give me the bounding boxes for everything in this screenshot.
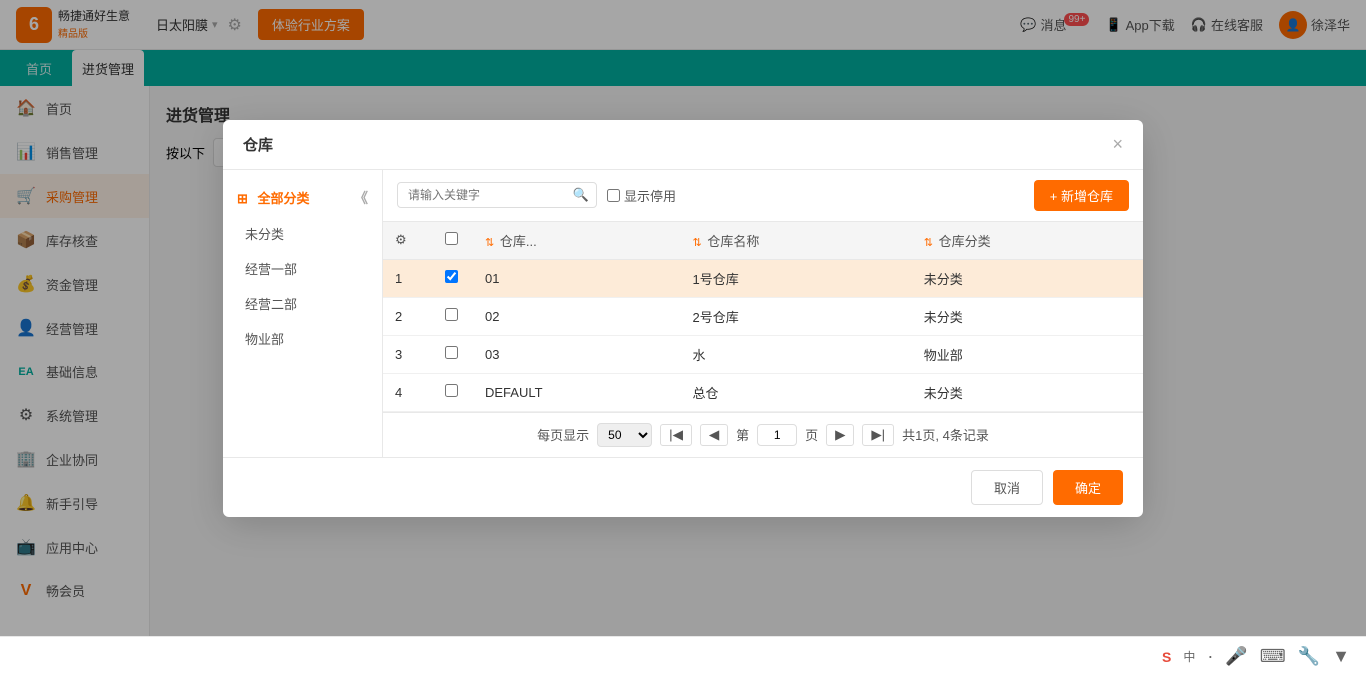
category-panel: ⊞ 全部分类 《 未分类 经营一部 经营二部 物业部 <box>223 170 383 457</box>
row-name: 水 <box>681 335 912 373</box>
modal-footer: 取消 确定 <box>223 457 1143 517</box>
page-unit: 页 <box>805 425 818 444</box>
table-body: 1 01 1号仓库 未分类 2 02 2号仓库 未分类 3 03 水 物业部 4… <box>383 259 1143 411</box>
row-category: 未分类 <box>912 259 1143 297</box>
search-icon[interactable]: 🔍 <box>573 187 589 203</box>
category-collapse-icon[interactable]: 《 <box>354 188 368 208</box>
page-next-button[interactable]: ▶ <box>826 424 854 446</box>
warehouse-table: ⚙ ⇅ 仓库... <box>383 222 1143 412</box>
pagination: 每页显示 50 10 20 100 |◀ ◀ 第 页 ▶ ▶| 共1页, 4条记… <box>383 412 1143 457</box>
page-label: 第 <box>736 425 749 444</box>
col-checkbox <box>433 222 473 260</box>
select-all-checkbox[interactable] <box>445 232 458 245</box>
table-row[interactable]: 1 01 1号仓库 未分类 <box>383 259 1143 297</box>
page-input[interactable] <box>757 424 797 446</box>
add-warehouse-button[interactable]: + 新增仓库 <box>1034 180 1129 211</box>
per-page-select[interactable]: 50 10 20 100 <box>597 423 652 447</box>
chinese-input-icon[interactable]: S <box>1162 649 1171 665</box>
table-row[interactable]: 2 02 2号仓库 未分类 <box>383 297 1143 335</box>
col-code-label: 仓库... <box>500 234 537 249</box>
search-input-wrap: 🔍 <box>397 182 597 208</box>
search-input[interactable] <box>397 182 597 208</box>
bottom-icons: S 中 · 🎤 ⌨ 🔧 ▼ <box>1162 646 1350 667</box>
sort-icon-name: ⇅ <box>693 237 702 249</box>
row-checkbox[interactable] <box>433 297 473 335</box>
show-disabled-label: 显示停用 <box>607 186 676 205</box>
row-code: 01 <box>473 259 681 297</box>
row-num: 2 <box>383 297 433 335</box>
category-item-dept2[interactable]: 经营二部 <box>223 286 382 321</box>
table-row[interactable]: 3 03 水 物业部 <box>383 335 1143 373</box>
show-disabled-checkbox[interactable] <box>607 189 620 202</box>
category-label-dept1: 经营一部 <box>245 262 297 277</box>
input-method-label: 中 <box>1183 648 1195 665</box>
row-code: DEFAULT <box>473 373 681 411</box>
row-name: 总仓 <box>681 373 912 411</box>
modal-backdrop: 仓库 × ⊞ 全部分类 《 未分类 经营一部 <box>0 0 1366 636</box>
data-table: ⚙ ⇅ 仓库... <box>383 222 1143 412</box>
sort-icon-category: ⇅ <box>924 237 933 249</box>
row-checkbox[interactable] <box>433 335 473 373</box>
confirm-button[interactable]: 确定 <box>1053 470 1123 505</box>
page-first-button[interactable]: |◀ <box>660 424 692 446</box>
total-info: 共1页, 4条记录 <box>902 425 989 444</box>
row-num: 4 <box>383 373 433 411</box>
modal-title: 仓库 <box>243 134 273 155</box>
show-disabled-text: 显示停用 <box>624 186 676 205</box>
col-gear-icon[interactable]: ⚙ <box>395 232 407 248</box>
modal-close-button[interactable]: × <box>1112 134 1123 155</box>
category-item-unclassified[interactable]: 未分类 <box>223 216 382 251</box>
row-name: 1号仓库 <box>681 259 912 297</box>
dot-icon: · <box>1207 646 1213 667</box>
col-warehouse-code[interactable]: ⇅ 仓库... <box>473 222 681 260</box>
category-all-label: 全部分类 <box>258 191 310 206</box>
table-panel: 🔍 显示停用 + 新增仓库 <box>383 170 1143 457</box>
modal-header: 仓库 × <box>223 120 1143 170</box>
search-bar: 🔍 显示停用 + 新增仓库 <box>383 170 1143 222</box>
chevron-down-icon[interactable]: ▼ <box>1332 646 1350 667</box>
cancel-button[interactable]: 取消 <box>971 470 1043 505</box>
row-name: 2号仓库 <box>681 297 912 335</box>
category-item-property[interactable]: 物业部 <box>223 321 382 356</box>
category-label-property: 物业部 <box>245 332 284 347</box>
col-warehouse-category[interactable]: ⇅ 仓库分类 <box>912 222 1143 260</box>
row-category: 物业部 <box>912 335 1143 373</box>
table-row[interactable]: 4 DEFAULT 总仓 未分类 <box>383 373 1143 411</box>
row-code: 02 <box>473 297 681 335</box>
col-category-label: 仓库分类 <box>939 234 991 249</box>
col-warehouse-name[interactable]: ⇅ 仓库名称 <box>681 222 912 260</box>
page-last-button[interactable]: ▶| <box>862 424 894 446</box>
col-gear: ⚙ <box>383 222 433 260</box>
row-category: 未分类 <box>912 373 1143 411</box>
category-all-header[interactable]: ⊞ 全部分类 《 <box>223 180 382 216</box>
page-prev-button[interactable]: ◀ <box>700 424 728 446</box>
per-page-label: 每页显示 <box>537 425 589 444</box>
row-num: 3 <box>383 335 433 373</box>
sort-icon-code: ⇅ <box>485 237 494 249</box>
category-label-unclassified: 未分类 <box>245 227 284 242</box>
category-label-dept2: 经营二部 <box>245 297 297 312</box>
microphone-icon[interactable]: 🎤 <box>1225 646 1247 667</box>
category-item-dept1[interactable]: 经营一部 <box>223 251 382 286</box>
table-header-row: ⚙ ⇅ 仓库... <box>383 222 1143 260</box>
modal-body: ⊞ 全部分类 《 未分类 经营一部 经营二部 物业部 <box>223 170 1143 457</box>
row-category: 未分类 <box>912 297 1143 335</box>
row-code: 03 <box>473 335 681 373</box>
row-num: 1 <box>383 259 433 297</box>
row-checkbox[interactable] <box>433 259 473 297</box>
row-checkbox[interactable] <box>433 373 473 411</box>
category-grid-icon: ⊞ <box>237 191 248 206</box>
warehouse-modal: 仓库 × ⊞ 全部分类 《 未分类 经营一部 <box>223 120 1143 517</box>
keyboard-icon[interactable]: ⌨ <box>1260 646 1286 667</box>
bottombar: S 中 · 🎤 ⌨ 🔧 ▼ <box>0 636 1366 676</box>
col-name-label: 仓库名称 <box>707 234 759 249</box>
tools-icon[interactable]: 🔧 <box>1298 646 1320 667</box>
